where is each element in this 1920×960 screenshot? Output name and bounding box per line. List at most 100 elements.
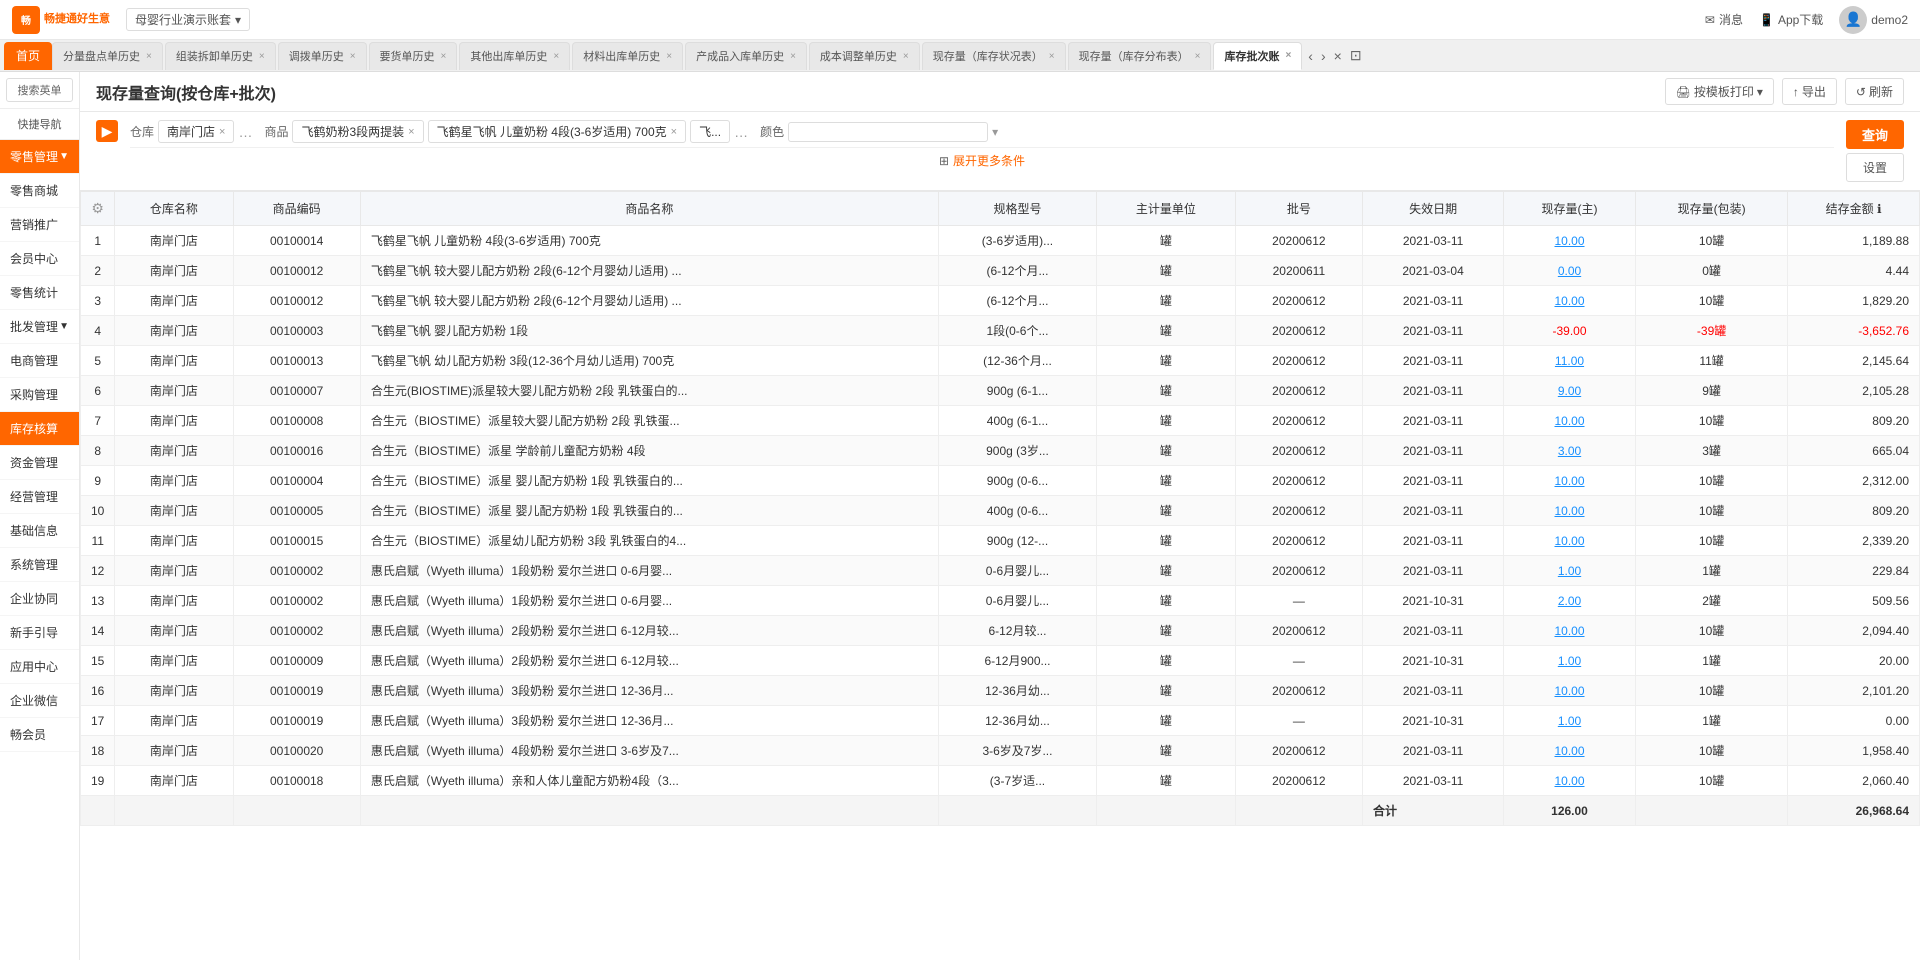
sidebar-item-label: 企业协同 [10, 590, 58, 607]
sidebar-item-business[interactable]: 经营管理 [0, 480, 79, 514]
td-qty-main[interactable]: 10.00 [1504, 526, 1636, 556]
tab-cost-adjust[interactable]: 成本调整单历史 × [809, 42, 920, 70]
tab-other-out-history[interactable]: 其他出库单历史 × [459, 42, 570, 70]
tab-close-icon[interactable]: × [666, 51, 672, 62]
set-btn[interactable]: 设置 [1846, 153, 1904, 182]
td-qty-main[interactable]: -39.00 [1504, 316, 1636, 346]
more-products-icon[interactable]: … [734, 124, 748, 140]
td-qty-main[interactable]: 10.00 [1504, 496, 1636, 526]
app-download-btn[interactable]: 📱 App下载 [1759, 11, 1823, 28]
td-qty-main[interactable]: 9.00 [1504, 376, 1636, 406]
sidebar-item-purchase[interactable]: 采购管理 [0, 378, 79, 412]
td-qty-main[interactable]: 2.00 [1504, 586, 1636, 616]
tab-home[interactable]: 首页 [4, 42, 52, 70]
td-qty-main[interactable]: 10.00 [1504, 466, 1636, 496]
sidebar-item-retail[interactable]: 零售管理 ▼ [0, 140, 79, 174]
sidebar-item-guide[interactable]: 新手引导 [0, 616, 79, 650]
gear-icon[interactable]: ⚙ [91, 200, 104, 216]
tab-prev-btn[interactable]: ‹ [1304, 48, 1317, 64]
th-unit: 主计量单位 [1097, 192, 1236, 226]
tab-close-icon[interactable]: × [350, 51, 356, 62]
td-unit: 罐 [1097, 706, 1236, 736]
expand-btn[interactable]: 展开更多条件 [953, 152, 1025, 169]
sidebar-item-wechat[interactable]: 企业微信 [0, 684, 79, 718]
product-tag-1[interactable]: 飞鹤星飞帆 儿童奶粉 4段(3-6岁适用) 700克 × [428, 120, 686, 143]
export-btn[interactable]: ↑ 导出 [1782, 78, 1837, 105]
td-qty-main[interactable]: 10.00 [1504, 286, 1636, 316]
tab-next-btn[interactable]: › [1317, 48, 1330, 64]
td-code: 00100019 [233, 706, 360, 736]
td-qty-main[interactable]: 1.00 [1504, 556, 1636, 586]
tab-close-icon[interactable]: × [1285, 50, 1291, 61]
td-qty-pkg: 9罐 [1635, 376, 1787, 406]
remove-product-tag-icon[interactable]: × [408, 126, 414, 138]
sidebar-item-member[interactable]: 会员中心 [0, 242, 79, 276]
tab-product-in[interactable]: 产成品入库单历史 × [685, 42, 807, 70]
remove-warehouse-icon[interactable]: × [219, 126, 225, 138]
color-input[interactable] [788, 122, 988, 142]
td-name: 飞鹤星飞帆 幼儿配方奶粉 3段(12-36个月幼儿适用) 700克 [360, 346, 938, 376]
sidebar-item-inventory[interactable]: 库存核算 [0, 412, 79, 446]
more-icon[interactable]: … [238, 124, 252, 140]
remove-product-tag-icon[interactable]: × [671, 126, 677, 138]
tab-close-icon[interactable]: × [903, 51, 909, 62]
tab-close-all-btn[interactable]: × [1330, 48, 1346, 64]
sidebar-item-finance[interactable]: 资金管理 [0, 446, 79, 480]
sidebar-item-wholesale[interactable]: 批发管理 ▼ [0, 310, 79, 344]
sidebar-item-changyuanyuan[interactable]: 畅会员 [0, 718, 79, 752]
td-qty-main[interactable]: 11.00 [1504, 346, 1636, 376]
tab-close-icon[interactable]: × [553, 51, 559, 62]
td-qty-pkg: 10罐 [1635, 286, 1787, 316]
search-btn[interactable]: 搜索英单 [6, 78, 73, 102]
tab-split-history[interactable]: 分量盘点单历史 × [52, 42, 163, 70]
tab-close-icon[interactable]: × [259, 51, 265, 62]
sidebar-item-enterprise[interactable]: 企业协同 [0, 582, 79, 616]
td-qty-main[interactable]: 10.00 [1504, 616, 1636, 646]
tab-pick-history[interactable]: 调拨单历史 × [278, 42, 367, 70]
td-qty-pkg: 10罐 [1635, 466, 1787, 496]
tab-disassemble-history[interactable]: 组装拆卸单历史 × [165, 42, 276, 70]
tab-batch-account[interactable]: 库存批次账 × [1213, 42, 1302, 70]
tab-inventory-status[interactable]: 现存量（库存状况表） × [922, 42, 1066, 70]
tab-request-history[interactable]: 要货单历史 × [369, 42, 458, 70]
sidebar-item-basic[interactable]: 基础信息 [0, 514, 79, 548]
td-qty-main[interactable]: 10.00 [1504, 766, 1636, 796]
industry-select[interactable]: 母婴行业演示账套 ▾ [126, 8, 250, 31]
sidebar-item-apps[interactable]: 应用中心 [0, 650, 79, 684]
tab-menu-btn[interactable]: ⊡ [1346, 47, 1366, 64]
sidebar-item-retail-store[interactable]: 零售商城 [0, 174, 79, 208]
tab-close-icon[interactable]: × [146, 51, 152, 62]
td-qty-main[interactable]: 1.00 [1504, 646, 1636, 676]
sidebar-item-system[interactable]: 系统管理 [0, 548, 79, 582]
refresh-btn[interactable]: ↺ 刷新 [1845, 78, 1904, 105]
td-batch: 20200612 [1235, 346, 1362, 376]
product-tag-2[interactable]: 飞... [690, 120, 730, 143]
tab-close-icon[interactable]: × [441, 51, 447, 62]
td-qty-main[interactable]: 10.00 [1504, 406, 1636, 436]
warehouse-tag[interactable]: 南岸门店 × [158, 120, 234, 143]
sidebar-item-ecommerce[interactable]: 电商管理 [0, 344, 79, 378]
td-qty-main[interactable]: 3.00 [1504, 436, 1636, 466]
td-warehouse: 南岸门店 [115, 586, 233, 616]
print-btn[interactable]: 🖨 按模板打印 ▾ [1665, 78, 1774, 105]
td-qty-main[interactable]: 10.00 [1504, 676, 1636, 706]
expand-filter-btn[interactable]: ▶ [96, 120, 118, 142]
th-qty-pkg: 现存量(包装) [1635, 192, 1787, 226]
message-btn[interactable]: ✉ 消息 [1705, 11, 1743, 28]
td-qty-main[interactable]: 1.00 [1504, 706, 1636, 736]
td-qty-main[interactable]: 10.00 [1504, 736, 1636, 766]
td-qty-main[interactable]: 0.00 [1504, 256, 1636, 286]
sidebar-item-marketing[interactable]: 营销推广 [0, 208, 79, 242]
tab-material-out[interactable]: 材料出库单历史 × [572, 42, 683, 70]
user-area[interactable]: 👤 demo2 [1839, 6, 1908, 34]
color-expand-icon[interactable]: ▾ [992, 125, 998, 139]
quick-nav-btn[interactable]: 快捷导航 [0, 113, 79, 135]
tab-inventory-dist[interactable]: 现存量（库存分布表） × [1068, 42, 1212, 70]
query-btn[interactable]: 查询 [1846, 120, 1904, 149]
product-tag-0[interactable]: 飞鹤奶粉3段两提装 × [292, 120, 423, 143]
tab-close-icon[interactable]: × [1049, 51, 1055, 62]
td-qty-main[interactable]: 10.00 [1504, 226, 1636, 256]
tab-close-icon[interactable]: × [1195, 51, 1201, 62]
tab-close-icon[interactable]: × [790, 51, 796, 62]
sidebar-item-retail-stat[interactable]: 零售统计 [0, 276, 79, 310]
